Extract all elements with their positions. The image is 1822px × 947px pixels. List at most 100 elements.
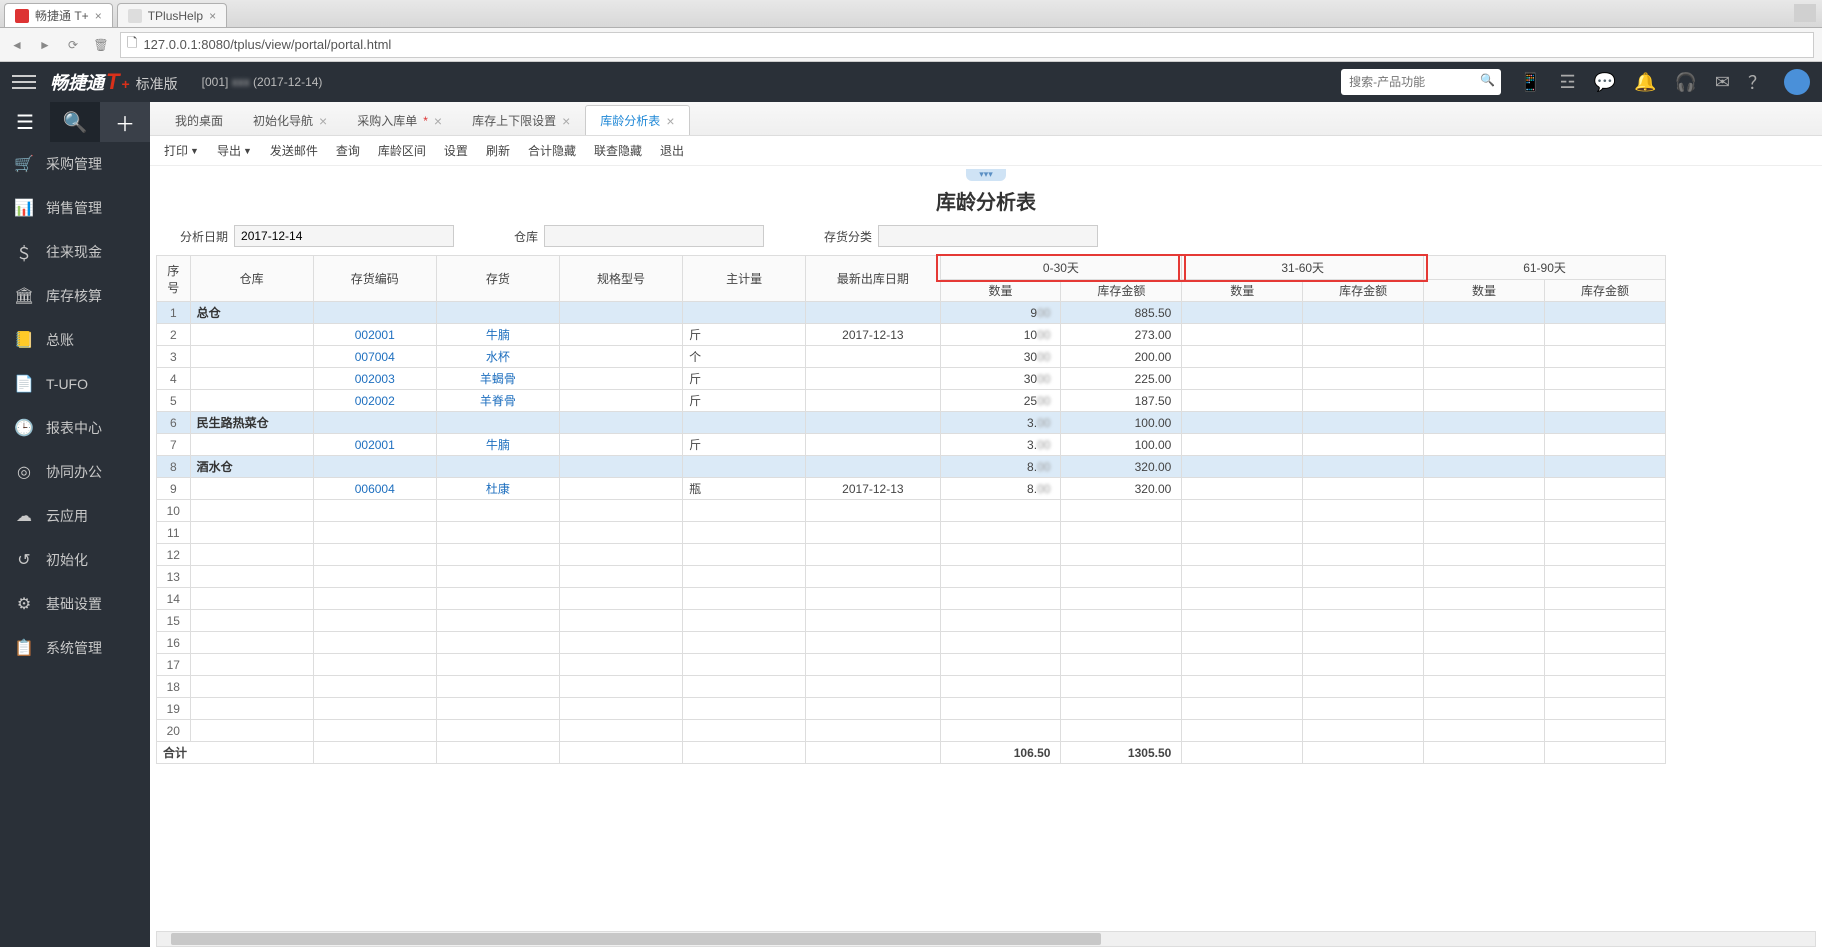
close-icon[interactable]: × xyxy=(562,113,570,129)
reload-icon[interactable]: ⟳ xyxy=(64,36,82,54)
filter-category-input[interactable] xyxy=(878,225,1098,247)
nav-item-3[interactable]: 🏛库存核算 xyxy=(0,274,150,318)
stop-icon[interactable]: 🗑 xyxy=(92,36,110,54)
tool-9[interactable]: 退出 xyxy=(660,142,684,159)
workspace-tab-0[interactable]: 我的桌面 xyxy=(160,105,238,135)
cell-name[interactable]: 羊蝎骨 xyxy=(436,368,559,390)
workspace-tab-1[interactable]: 初始化导航× xyxy=(238,105,342,135)
message-icon[interactable]: 💬 xyxy=(1594,72,1616,93)
table-row[interactable]: 13 xyxy=(157,566,1666,588)
nav-item-1[interactable]: 📊销售管理 xyxy=(0,186,150,230)
nav-item-2[interactable]: ＄往来现金 xyxy=(0,230,150,274)
nav-item-0[interactable]: 🛒采购管理 xyxy=(0,142,150,186)
cell-name[interactable]: 牛腩 xyxy=(436,434,559,456)
tool-4[interactable]: 库龄区间 xyxy=(378,142,426,159)
close-icon[interactable]: × xyxy=(666,113,674,129)
close-icon[interactable]: × xyxy=(95,9,102,23)
cell-code[interactable]: 007004 xyxy=(313,346,436,368)
close-icon[interactable]: × xyxy=(209,9,216,23)
table-row[interactable]: 1总仓900885.50 xyxy=(157,302,1666,324)
cell-code[interactable]: 002002 xyxy=(313,390,436,412)
nav-item-9[interactable]: ↺初始化 xyxy=(0,538,150,582)
browser-tab-2[interactable]: TPlusHelp × xyxy=(117,3,227,27)
tool-3[interactable]: 查询 xyxy=(336,142,360,159)
table-row[interactable]: 16 xyxy=(157,632,1666,654)
nav-item-4[interactable]: 📒总账 xyxy=(0,318,150,362)
tool-8[interactable]: 联查隐藏 xyxy=(594,142,642,159)
table-row[interactable]: 19 xyxy=(157,698,1666,720)
table-row[interactable]: 5002002羊脊骨斤2500187.50 xyxy=(157,390,1666,412)
feedback-icon[interactable]: ✉ xyxy=(1715,72,1730,93)
nav-item-7[interactable]: ◎协同办公 xyxy=(0,450,150,494)
nav-item-6[interactable]: 🕒报表中心 xyxy=(0,406,150,450)
nav-item-10[interactable]: ⚙基础设置 xyxy=(0,582,150,626)
help-icon[interactable]: ？ xyxy=(1748,69,1766,95)
table-row[interactable]: 14 xyxy=(157,588,1666,610)
cell-spec xyxy=(559,588,682,610)
filter-warehouse-input[interactable] xyxy=(544,225,764,247)
nav-item-8[interactable]: ☁云应用 xyxy=(0,494,150,538)
global-search[interactable]: 🔍 xyxy=(1341,69,1501,95)
nav-add-icon[interactable]: ＋ xyxy=(100,102,150,142)
search-input[interactable] xyxy=(1341,69,1501,95)
tool-2[interactable]: 发送邮件 xyxy=(270,142,318,159)
cell-code[interactable]: 006004 xyxy=(313,478,436,500)
table-row[interactable]: 12 xyxy=(157,544,1666,566)
hamburger-icon[interactable] xyxy=(12,70,36,94)
account-info: [001] xxx (2017-12-14) xyxy=(202,75,323,89)
tool-0[interactable]: 打印 ▼ xyxy=(164,142,199,159)
cell-name[interactable]: 杜康 xyxy=(436,478,559,500)
collapse-nav-icon[interactable]: ☰ xyxy=(0,102,50,142)
tool-5[interactable]: 设置 xyxy=(444,142,468,159)
collapse-handle[interactable]: ▾▾▾ xyxy=(150,166,1822,180)
filter-date-label: 分析日期 xyxy=(180,228,228,245)
nav-item-5[interactable]: 📄T-UFO xyxy=(0,362,150,406)
nav-item-11[interactable]: 📋系统管理 xyxy=(0,626,150,670)
table-row[interactable]: 4002003羊蝎骨斤3000225.00 xyxy=(157,368,1666,390)
table-row[interactable]: 6民生路热菜仓3.00100.00 xyxy=(157,412,1666,434)
cell-lastout: 2017-12-13 xyxy=(806,324,940,346)
table-row[interactable]: 15 xyxy=(157,610,1666,632)
table-container[interactable]: 序号 仓库 存货编码 存货 规格型号 主计量 最新出库日期 0-30天 31-6… xyxy=(150,255,1822,931)
avatar[interactable] xyxy=(1784,69,1810,95)
tool-6[interactable]: 刷新 xyxy=(486,142,510,159)
back-icon[interactable]: ◄ xyxy=(8,36,26,54)
browser-tab-1[interactable]: 畅捷通 T+ × xyxy=(4,3,113,27)
table-row[interactable]: 2002001牛腩斤2017-12-131000273.00 xyxy=(157,324,1666,346)
cell-name[interactable]: 牛腩 xyxy=(436,324,559,346)
table-row[interactable]: 17 xyxy=(157,654,1666,676)
list-icon[interactable]: ☲ xyxy=(1560,72,1576,93)
support-icon[interactable]: 🎧 xyxy=(1674,72,1696,93)
cell-code[interactable]: 002001 xyxy=(313,434,436,456)
table-row[interactable]: 18 xyxy=(157,676,1666,698)
forward-icon[interactable]: ► xyxy=(36,36,54,54)
nav-search-icon[interactable]: 🔍 xyxy=(50,102,100,142)
cell-code[interactable]: 002003 xyxy=(313,368,436,390)
cell-name[interactable]: 羊脊骨 xyxy=(436,390,559,412)
window-restore-icon[interactable] xyxy=(1794,4,1816,22)
close-icon[interactable]: × xyxy=(319,113,327,129)
table-row[interactable]: 3007004水杯个3000200.00 xyxy=(157,346,1666,368)
tool-7[interactable]: 合计隐藏 xyxy=(528,142,576,159)
filter-date-input[interactable] xyxy=(234,225,454,247)
address-bar[interactable]: 🗋 127.0.0.1:8080/tplus/view/portal/porta… xyxy=(120,32,1814,58)
workspace-tab-2[interactable]: 采购入库单*× xyxy=(342,105,457,135)
close-icon[interactable]: × xyxy=(434,113,442,129)
workspace-tab-4[interactable]: 库龄分析表× xyxy=(585,105,689,135)
table-row[interactable]: 20 xyxy=(157,720,1666,742)
table-row[interactable]: 10 xyxy=(157,500,1666,522)
mobile-icon[interactable]: 📱 xyxy=(1519,72,1541,93)
cell-amt-1 xyxy=(1303,522,1424,544)
search-icon[interactable]: 🔍 xyxy=(1480,73,1495,87)
bell-icon[interactable]: 🔔 xyxy=(1634,72,1656,93)
cell-qty-0: 3000 xyxy=(940,346,1061,368)
table-row[interactable]: 11 xyxy=(157,522,1666,544)
cell-code[interactable]: 002001 xyxy=(313,324,436,346)
workspace-tab-3[interactable]: 库存上下限设置× xyxy=(457,105,585,135)
cell-name[interactable]: 水杯 xyxy=(436,346,559,368)
table-row[interactable]: 9006004杜康瓶2017-12-138.00320.00 xyxy=(157,478,1666,500)
tool-1[interactable]: 导出 ▼ xyxy=(217,142,252,159)
horizontal-scrollbar[interactable] xyxy=(156,931,1816,947)
table-row[interactable]: 7002001牛腩斤3.00100.00 xyxy=(157,434,1666,456)
table-row[interactable]: 8酒水仓8.00320.00 xyxy=(157,456,1666,478)
